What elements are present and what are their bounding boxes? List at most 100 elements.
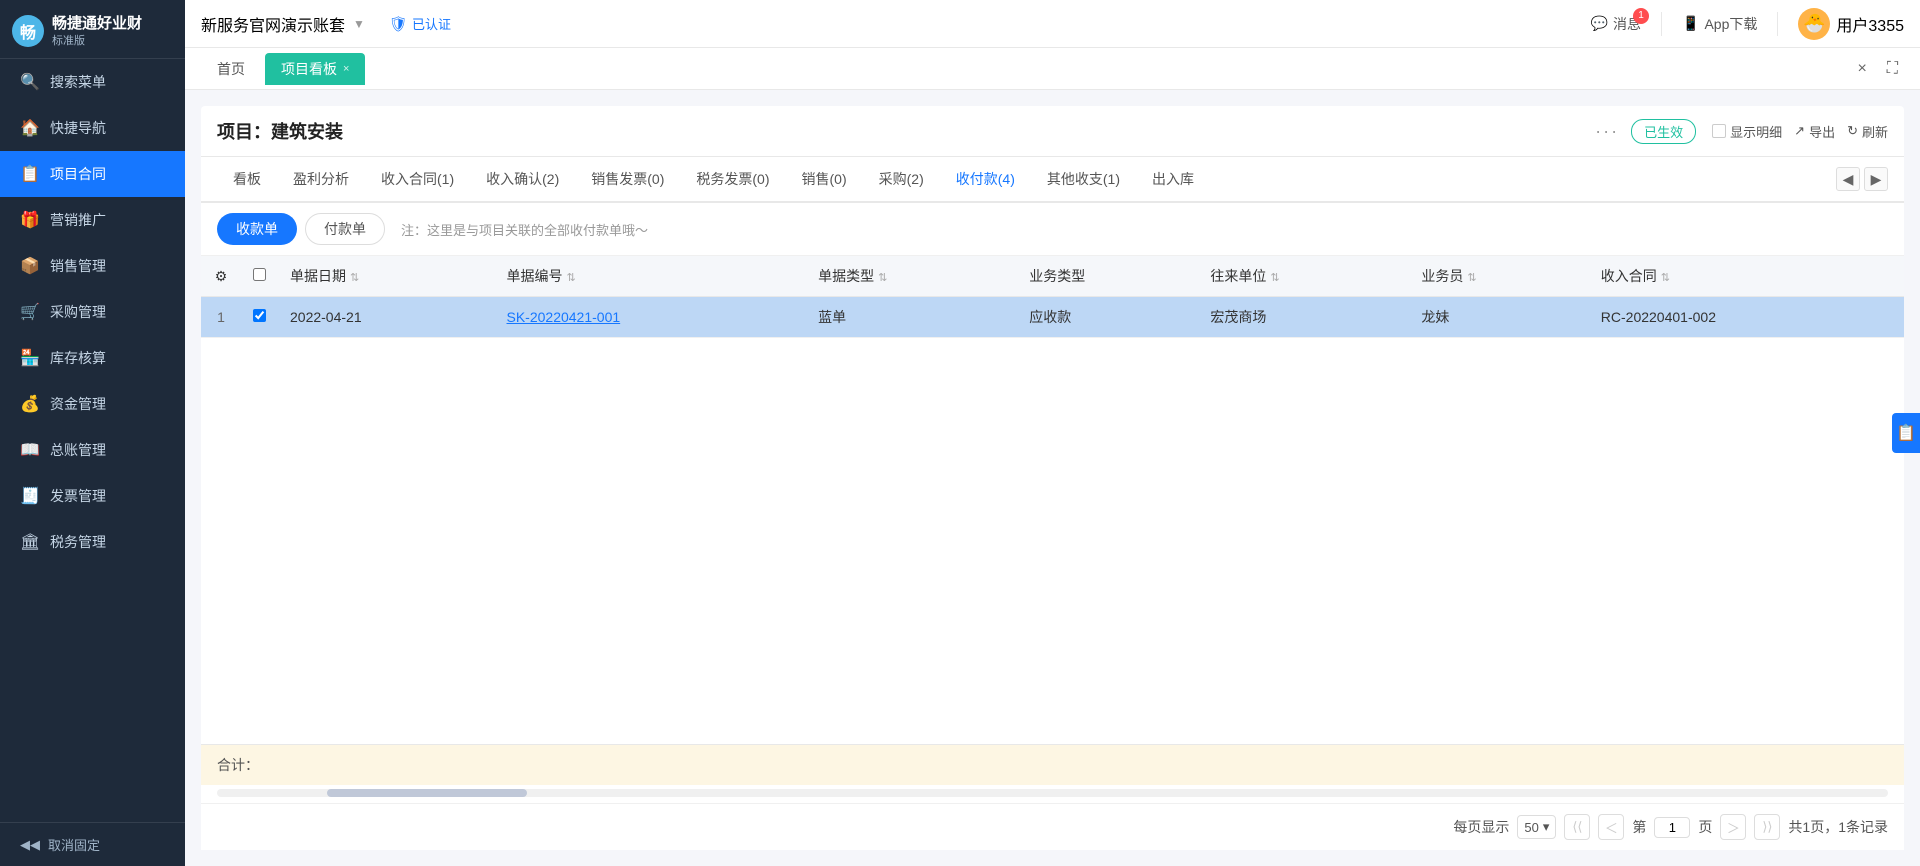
sidebar-item-search[interactable]: 🔍 搜索菜单	[0, 59, 185, 105]
subtab-next-button[interactable]: ▶	[1864, 167, 1888, 191]
shield-icon: 🛡	[389, 15, 408, 33]
tab-close-icon[interactable]: ×	[343, 63, 349, 75]
subtab-income-contract[interactable]: 收入合同(1)	[365, 157, 470, 203]
tab-project-board[interactable]: 项目看板 ×	[265, 53, 365, 85]
account-arrow-icon[interactable]: ▼	[353, 17, 365, 31]
sidebar-item-tax[interactable]: 🏛 税务管理	[0, 519, 185, 565]
subtab-tax-invoice[interactable]: 税务发票(0)	[680, 157, 785, 203]
tab-home[interactable]: 首页	[201, 53, 261, 85]
first-page-button[interactable]: ⟨⟨	[1564, 814, 1590, 840]
sort-number-icon[interactable]: ⇅	[567, 272, 576, 284]
export-button[interactable]: ↗ 导出	[1794, 122, 1835, 141]
cell-partner: 宏茂商场	[1198, 297, 1409, 338]
sidebar-item-invoice[interactable]: 🧾 发票管理	[0, 473, 185, 519]
subtab-other-expense[interactable]: 其他收支(1)	[1031, 157, 1136, 203]
phone-icon: 📱	[1682, 15, 1699, 32]
sidebar-item-funds[interactable]: 💰 资金管理	[0, 381, 185, 427]
subtab-inout[interactable]: 出入库	[1136, 157, 1210, 203]
receipt-table: ⚙ 单据日期⇅ 单据编号⇅ 单据类型⇅ 业务类型 往来单位⇅ 业务员⇅ 收入合同…	[201, 256, 1904, 338]
float-panel-icon: 📋	[1896, 423, 1916, 443]
subtab-prev-button[interactable]: ◀	[1836, 167, 1860, 191]
subtab-sales-invoice[interactable]: 销售发票(0)	[575, 157, 680, 203]
subtab-receipt[interactable]: 收付款(4)	[940, 157, 1031, 203]
sidebar-item-label: 采购管理	[50, 302, 106, 322]
column-date: 单据日期⇅	[278, 256, 495, 297]
logo-sub: 标准版	[52, 34, 142, 48]
cell-biz-type: 应收款	[1017, 297, 1198, 338]
inventory-icon: 🏪	[20, 348, 40, 368]
sidebar-item-ledger[interactable]: 📖 总账管理	[0, 427, 185, 473]
sidebar-item-quicknav[interactable]: 🏠 快捷导航	[0, 105, 185, 151]
record-tab-note: 注：这里是与项目关联的全部收付款单哦～	[401, 220, 648, 239]
table-header-row: ⚙ 单据日期⇅ 单据编号⇅ 单据类型⇅ 业务类型 往来单位⇅ 业务员⇅ 收入合同…	[201, 256, 1904, 297]
maximize-window-button[interactable]: ⛶	[1881, 58, 1904, 80]
sub-tabs: 看板 盈利分析 收入合同(1) 收入确认(2) 销售发票(0) 税务发票(0) …	[201, 157, 1904, 203]
total-info: 共1页，1条记录	[1788, 817, 1888, 837]
unpin-button[interactable]: ◀◀ 取消固定	[0, 822, 185, 866]
subtab-kanban[interactable]: 看板	[217, 157, 277, 203]
message-button[interactable]: 💬 消息 1	[1591, 14, 1641, 34]
project-status-badge: 已生效	[1631, 119, 1696, 144]
account-name[interactable]: 新服务官网演示账套	[201, 12, 345, 36]
column-gear[interactable]: ⚙	[201, 256, 241, 297]
sort-salesperson-icon[interactable]: ⇅	[1467, 272, 1476, 284]
divider2	[1777, 12, 1778, 36]
prev-page-button[interactable]: ＜	[1598, 814, 1624, 840]
sort-partner-icon[interactable]: ⇅	[1270, 272, 1279, 284]
scrollbar-thumb[interactable]	[327, 789, 527, 797]
float-panel-button[interactable]: 📋	[1892, 413, 1920, 453]
app-download-button[interactable]: 📱 App下载	[1682, 14, 1757, 34]
row-checkbox-cell[interactable]	[241, 297, 278, 338]
row-checkbox[interactable]	[253, 309, 266, 322]
next-page-button[interactable]: ＞	[1720, 814, 1746, 840]
sidebar-item-contract[interactable]: 📋 项目合同	[0, 151, 185, 197]
receipt-tab-button[interactable]: 收款单	[217, 213, 297, 245]
sort-date-icon[interactable]: ⇅	[350, 272, 359, 284]
user-menu[interactable]: 🐣 用户3355	[1798, 8, 1904, 40]
content-area: 项目：建筑安装 ··· 已生效 显示明细 ↗ 导出 ↻ 刷新 看板	[185, 90, 1920, 866]
home-icon: 🏠	[20, 118, 40, 138]
column-income-contract: 收入合同⇅	[1589, 256, 1904, 297]
tax-icon: 🏛	[20, 532, 40, 552]
refresh-button[interactable]: ↻ 刷新	[1847, 122, 1888, 141]
sidebar-item-inventory[interactable]: 🏪 库存核算	[0, 335, 185, 381]
column-check[interactable]	[241, 256, 278, 297]
show-detail-toggle[interactable]: 显示明细	[1712, 122, 1782, 141]
purchase-icon: 🛒	[20, 302, 40, 322]
page-tabs: 首页 项目看板 × × ⛶	[185, 48, 1920, 90]
export-icon: ↗	[1794, 123, 1805, 139]
subtab-profit[interactable]: 盈利分析	[277, 157, 365, 203]
cell-number[interactable]: SK-20220421-001	[495, 297, 807, 338]
sidebar-item-sales[interactable]: 📦 销售管理	[0, 243, 185, 289]
close-window-button[interactable]: ×	[1851, 58, 1872, 80]
page-size-select[interactable]: 50 ▾	[1517, 815, 1556, 839]
column-partner: 往来单位⇅	[1198, 256, 1409, 297]
sort-contract-icon[interactable]: ⇅	[1661, 272, 1670, 284]
subtab-income-confirm[interactable]: 收入确认(2)	[470, 157, 575, 203]
subtab-nav: ◀ ▶	[1836, 167, 1888, 191]
sidebar-item-marketing[interactable]: 🎁 营销推广	[0, 197, 185, 243]
select-all-checkbox[interactable]	[253, 268, 266, 281]
subtab-sales[interactable]: 销售(0)	[786, 157, 863, 203]
show-detail-checkbox[interactable]	[1712, 124, 1726, 138]
sidebar-item-label: 项目合同	[50, 164, 106, 184]
unpin-icon: ◀◀	[20, 837, 40, 853]
table-scrollbar[interactable]	[201, 785, 1904, 803]
refresh-icon: ↻	[1847, 123, 1858, 139]
message-badge: 1	[1633, 8, 1649, 24]
sidebar-item-purchase[interactable]: 🛒 采购管理	[0, 289, 185, 335]
payment-tab-button[interactable]: 付款单	[305, 213, 385, 245]
page-word: 第	[1632, 817, 1646, 837]
page-number-input[interactable]	[1654, 817, 1690, 838]
sidebar-item-label: 发票管理	[50, 486, 106, 506]
app-label: App下载	[1704, 14, 1757, 34]
sort-type-icon[interactable]: ⇅	[878, 272, 887, 284]
subtab-purchase[interactable]: 采购(2)	[863, 157, 940, 203]
document-link[interactable]: SK-20220421-001	[507, 309, 621, 325]
unpin-label: 取消固定	[48, 835, 100, 854]
last-page-button[interactable]: ⟩⟩	[1754, 814, 1780, 840]
invoice-icon: 🧾	[20, 486, 40, 506]
more-options-button[interactable]: ···	[1595, 121, 1619, 142]
cell-type: 蓝单	[806, 297, 1017, 338]
scrollbar-track	[217, 789, 1888, 797]
